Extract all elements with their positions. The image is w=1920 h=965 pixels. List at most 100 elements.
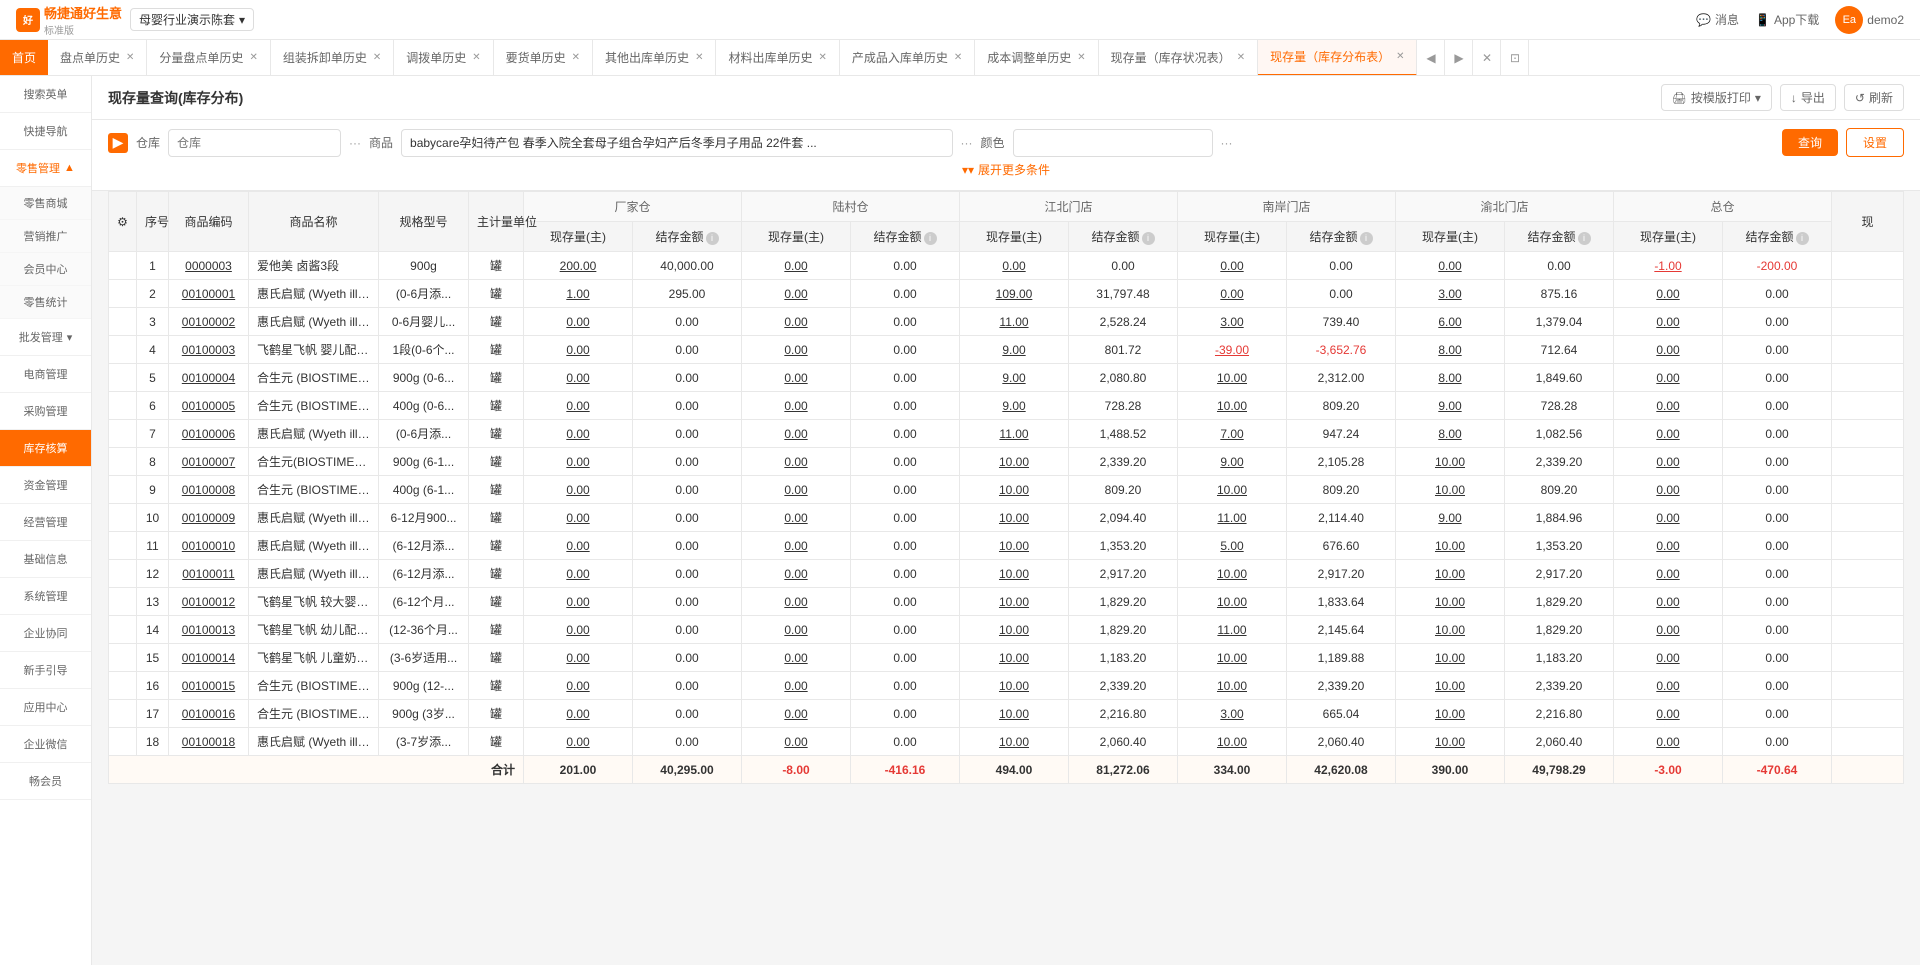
code-link[interactable]: 00100016 — [169, 700, 249, 728]
tab-split-count[interactable]: 分量盘点单历史 ✕ — [147, 40, 270, 76]
sidebar-item-ops[interactable]: 经营管理 — [0, 504, 91, 541]
table-cell[interactable]: 0.00 — [960, 252, 1069, 280]
table-cell[interactable]: 10.00 — [1178, 392, 1287, 420]
table-cell[interactable]: 1.00 — [524, 280, 633, 308]
close-icon[interactable]: ✕ — [572, 52, 580, 63]
table-cell[interactable]: 0.00 — [742, 280, 851, 308]
table-cell[interactable]: 0.00 — [1614, 392, 1723, 420]
table-cell[interactable]: 0.00 — [742, 728, 851, 756]
table-cell[interactable]: 0.00 — [1396, 252, 1505, 280]
messages-btn[interactable]: 💬 消息 — [1696, 11, 1739, 28]
table-cell[interactable]: 109.00 — [960, 280, 1069, 308]
sidebar-item-retail-mgmt[interactable]: 零售管理 ▲ — [0, 150, 91, 187]
table-cell[interactable]: 0.00 — [1614, 448, 1723, 476]
table-cell[interactable]: 10.00 — [960, 532, 1069, 560]
table-cell[interactable]: 10.00 — [1396, 532, 1505, 560]
sidebar-item-purchase[interactable]: 采购管理 — [0, 393, 91, 430]
table-cell[interactable]: 0.00 — [524, 700, 633, 728]
tab-prev-btn[interactable]: ◀ — [1417, 40, 1445, 76]
table-cell[interactable]: 0.00 — [1614, 560, 1723, 588]
table-cell[interactable]: -39.00 — [1178, 336, 1287, 364]
table-cell[interactable]: 0.00 — [524, 560, 633, 588]
sidebar-item-ecommerce[interactable]: 电商管理 — [0, 356, 91, 393]
tab-stock-dist[interactable]: 现存量（库存分布表） ✕ — [1258, 40, 1417, 76]
sidebar-item-inventory[interactable]: 库存核算 — [0, 430, 91, 467]
table-cell[interactable]: 0.00 — [742, 448, 851, 476]
table-cell[interactable]: 0.00 — [742, 644, 851, 672]
close-icon[interactable]: ✕ — [695, 52, 703, 63]
table-cell[interactable]: 10.00 — [960, 588, 1069, 616]
table-cell[interactable]: 11.00 — [960, 308, 1069, 336]
table-cell[interactable]: 0.00 — [1614, 308, 1723, 336]
code-link[interactable]: 00100010 — [169, 532, 249, 560]
code-link[interactable]: 00100009 — [169, 504, 249, 532]
table-cell[interactable]: 0.00 — [742, 420, 851, 448]
table-cell[interactable]: 0.00 — [524, 308, 633, 336]
table-cell[interactable]: 0.00 — [742, 560, 851, 588]
sidebar-item-retail-stats[interactable]: 零售统计 — [0, 286, 91, 319]
goods-input[interactable] — [401, 129, 952, 157]
tab-close-all-btn[interactable]: ✕ — [1473, 40, 1501, 76]
print-btn[interactable]: 🖨 按模版打印 ▾ — [1661, 84, 1772, 111]
table-cell[interactable]: 0.00 — [742, 504, 851, 532]
code-link[interactable]: 00100011 — [169, 560, 249, 588]
table-cell[interactable]: 10.00 — [1178, 728, 1287, 756]
table-cell[interactable]: 0.00 — [1614, 364, 1723, 392]
table-cell[interactable]: 10.00 — [1396, 560, 1505, 588]
code-link[interactable]: 00100003 — [169, 336, 249, 364]
code-link[interactable]: 00100005 — [169, 392, 249, 420]
table-cell[interactable]: 0.00 — [742, 252, 851, 280]
warehouse-input[interactable] — [168, 129, 341, 157]
table-cell[interactable]: 10.00 — [1178, 476, 1287, 504]
table-cell[interactable]: 10.00 — [1178, 364, 1287, 392]
code-link[interactable]: 00100001 — [169, 280, 249, 308]
tab-purchase-order[interactable]: 要货单历史 ✕ — [494, 40, 593, 76]
code-link[interactable]: 00100007 — [169, 448, 249, 476]
info-icon[interactable]: i — [1142, 232, 1155, 245]
table-cell[interactable]: 9.00 — [960, 364, 1069, 392]
info-icon[interactable]: i — [706, 232, 719, 245]
table-cell[interactable]: 0.00 — [1614, 588, 1723, 616]
tab-home[interactable]: 首页 — [0, 40, 48, 76]
table-cell[interactable]: 0.00 — [524, 336, 633, 364]
table-cell[interactable]: 0.00 — [524, 588, 633, 616]
table-cell[interactable]: 0.00 — [524, 532, 633, 560]
table-cell[interactable]: 6.00 — [1396, 308, 1505, 336]
code-link[interactable]: 00100008 — [169, 476, 249, 504]
table-cell[interactable]: 0.00 — [1178, 252, 1287, 280]
table-cell[interactable]: 10.00 — [1396, 644, 1505, 672]
table-cell[interactable]: 0.00 — [524, 476, 633, 504]
table-cell[interactable]: 0.00 — [1614, 700, 1723, 728]
sidebar-item-wechat[interactable]: 企业微信 — [0, 726, 91, 763]
color-input[interactable] — [1013, 129, 1213, 157]
store-selector[interactable]: 母婴行业演示陈套 ▾ — [130, 8, 254, 31]
table-cell[interactable]: 10.00 — [1178, 644, 1287, 672]
tab-cost-adjust[interactable]: 成本调整单历史 ✕ — [975, 40, 1098, 76]
table-cell[interactable]: 3.00 — [1396, 280, 1505, 308]
table-cell[interactable]: 0.00 — [1614, 644, 1723, 672]
table-cell[interactable]: 0.00 — [742, 476, 851, 504]
tab-assemble[interactable]: 组装拆卸单历史 ✕ — [271, 40, 394, 76]
sidebar-item-retail-store[interactable]: 零售商城 — [0, 187, 91, 220]
info-icon[interactable]: i — [1360, 232, 1373, 245]
code-link[interactable]: 00100013 — [169, 616, 249, 644]
export-btn[interactable]: ↓ 导出 — [1780, 84, 1836, 111]
table-cell[interactable]: 0.00 — [524, 644, 633, 672]
tab-other-out[interactable]: 其他出库单历史 ✕ — [593, 40, 716, 76]
table-cell[interactable]: 0.00 — [1614, 616, 1723, 644]
table-cell[interactable]: 0.00 — [1614, 476, 1723, 504]
sidebar-item-guide[interactable]: 新手引导 — [0, 652, 91, 689]
info-icon[interactable]: i — [1796, 232, 1809, 245]
table-cell[interactable]: 0.00 — [524, 448, 633, 476]
table-cell[interactable]: 0.00 — [1614, 336, 1723, 364]
tab-expand-btn[interactable]: ⊡ — [1501, 40, 1529, 76]
tab-material-out[interactable]: 材料出库单历史 ✕ — [716, 40, 839, 76]
tab-transfer[interactable]: 调拨单历史 ✕ — [394, 40, 493, 76]
table-cell[interactable]: 10.00 — [1396, 700, 1505, 728]
table-cell[interactable]: 9.00 — [960, 392, 1069, 420]
sidebar-item-system[interactable]: 系统管理 — [0, 578, 91, 615]
tab-stock-status[interactable]: 现存量（库存状况表） ✕ — [1099, 40, 1258, 76]
table-cell[interactable]: 10.00 — [1396, 476, 1505, 504]
table-cell[interactable]: 8.00 — [1396, 364, 1505, 392]
table-cell[interactable]: 10.00 — [960, 476, 1069, 504]
